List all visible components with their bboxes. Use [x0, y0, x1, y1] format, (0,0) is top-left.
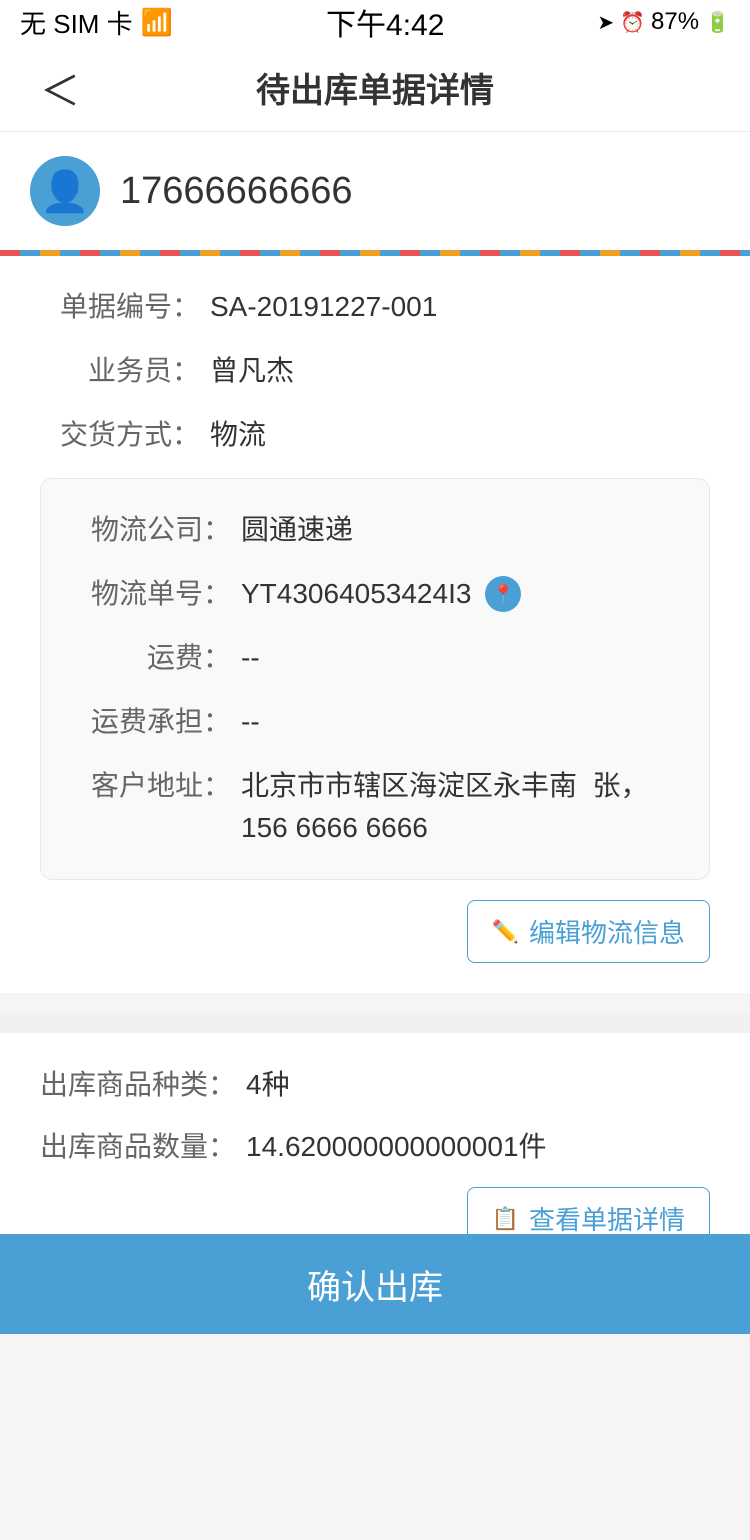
logistics-tracking-value: YT43064053424I3 📍	[241, 573, 679, 615]
status-time: 下午4:42	[326, 0, 444, 44]
freight-bearer-value: --	[241, 701, 679, 743]
logistics-card: 物流公司： 圆通速递 物流单号： YT43064053424I3 📍 运费： -…	[40, 478, 710, 880]
address-value: 北京市市辖区海淀区永丰南 张，156 6666 6666	[241, 765, 679, 849]
document-icon: 📋	[492, 1206, 519, 1232]
edit-logistics-button[interactable]: ✏️ 编辑物流信息	[467, 900, 710, 963]
view-btn-label: 查看单据详情	[529, 1200, 685, 1237]
delivery-label: 交货方式：	[40, 414, 200, 456]
order-no-row: 单据编号： SA-20191227-001	[40, 286, 710, 328]
battery-text: 87%	[651, 8, 699, 36]
logistics-company-value: 圆通速递	[241, 509, 679, 551]
freight-row: 运费： --	[71, 637, 679, 679]
back-button[interactable]: ＜	[30, 49, 90, 127]
back-icon: ＜	[40, 70, 80, 114]
avatar: 👤	[30, 156, 100, 226]
user-icon: 👤	[40, 168, 90, 215]
location-arrow-icon: ➤	[597, 10, 614, 35]
edit-icon: ✏️	[492, 919, 519, 945]
edit-btn-label: 编辑物流信息	[529, 913, 685, 950]
confirm-outbound-button[interactable]: 确认出库	[0, 1234, 750, 1334]
order-no-value: SA-20191227-001	[210, 286, 710, 328]
product-quantity-value: 14.620000000000001件	[246, 1125, 547, 1165]
freight-value: --	[241, 637, 679, 679]
order-info-section: 单据编号： SA-20191227-001 业务员： 曾凡杰 交货方式： 物流 …	[0, 256, 750, 993]
product-quantity-row: 出库商品数量： 14.620000000000001件	[40, 1125, 710, 1165]
map-location-icon[interactable]: 📍	[485, 576, 521, 612]
delivery-row: 交货方式： 物流	[40, 414, 710, 456]
carrier-text: 无 SIM 卡	[20, 4, 133, 41]
section-separator-1	[0, 1013, 750, 1033]
salesman-label: 业务员：	[40, 350, 200, 392]
logistics-tracking-label: 物流单号：	[71, 573, 231, 615]
product-quantity-label: 出库商品数量：	[40, 1125, 236, 1165]
alarm-icon: ⏰	[620, 10, 645, 35]
nav-bar: ＜ 待出库单据详情	[0, 44, 750, 132]
edit-btn-row: ✏️ 编辑物流信息	[40, 900, 710, 963]
salesman-row: 业务员： 曾凡杰	[40, 350, 710, 392]
logistics-company-row: 物流公司： 圆通速递	[71, 509, 679, 551]
freight-bearer-row: 运费承担： --	[71, 701, 679, 743]
salesman-value: 曾凡杰	[210, 350, 710, 392]
delivery-value: 物流	[210, 414, 710, 456]
address-row: 客户地址： 北京市市辖区海淀区永丰南 张，156 6666 6666	[71, 765, 679, 849]
freight-bearer-label: 运费承担：	[71, 701, 231, 743]
page-title: 待出库单据详情	[256, 63, 494, 112]
battery-icon: 🔋	[705, 10, 730, 35]
product-types-value: 4种	[246, 1063, 290, 1103]
freight-label: 运费：	[71, 637, 231, 679]
logistics-company-label: 物流公司：	[71, 509, 231, 551]
status-bar: 无 SIM 卡 📶 下午4:42 ➤ ⏰ 87% 🔋	[0, 0, 750, 44]
customer-header: 👤 17666666666	[0, 132, 750, 250]
status-left: 无 SIM 卡 📶	[20, 4, 173, 41]
product-types-row: 出库商品种类： 4种	[40, 1063, 710, 1103]
status-right: ➤ ⏰ 87% 🔋	[597, 8, 730, 36]
order-no-label: 单据编号：	[40, 286, 200, 328]
customer-phone: 17666666666	[120, 170, 352, 213]
logistics-tracking-row: 物流单号： YT43064053424I3 📍	[71, 573, 679, 615]
product-types-label: 出库商品种类：	[40, 1063, 236, 1103]
address-label: 客户地址：	[71, 765, 231, 807]
confirm-btn-label: 确认出库	[307, 1260, 443, 1309]
wifi-icon: 📶	[141, 7, 173, 38]
